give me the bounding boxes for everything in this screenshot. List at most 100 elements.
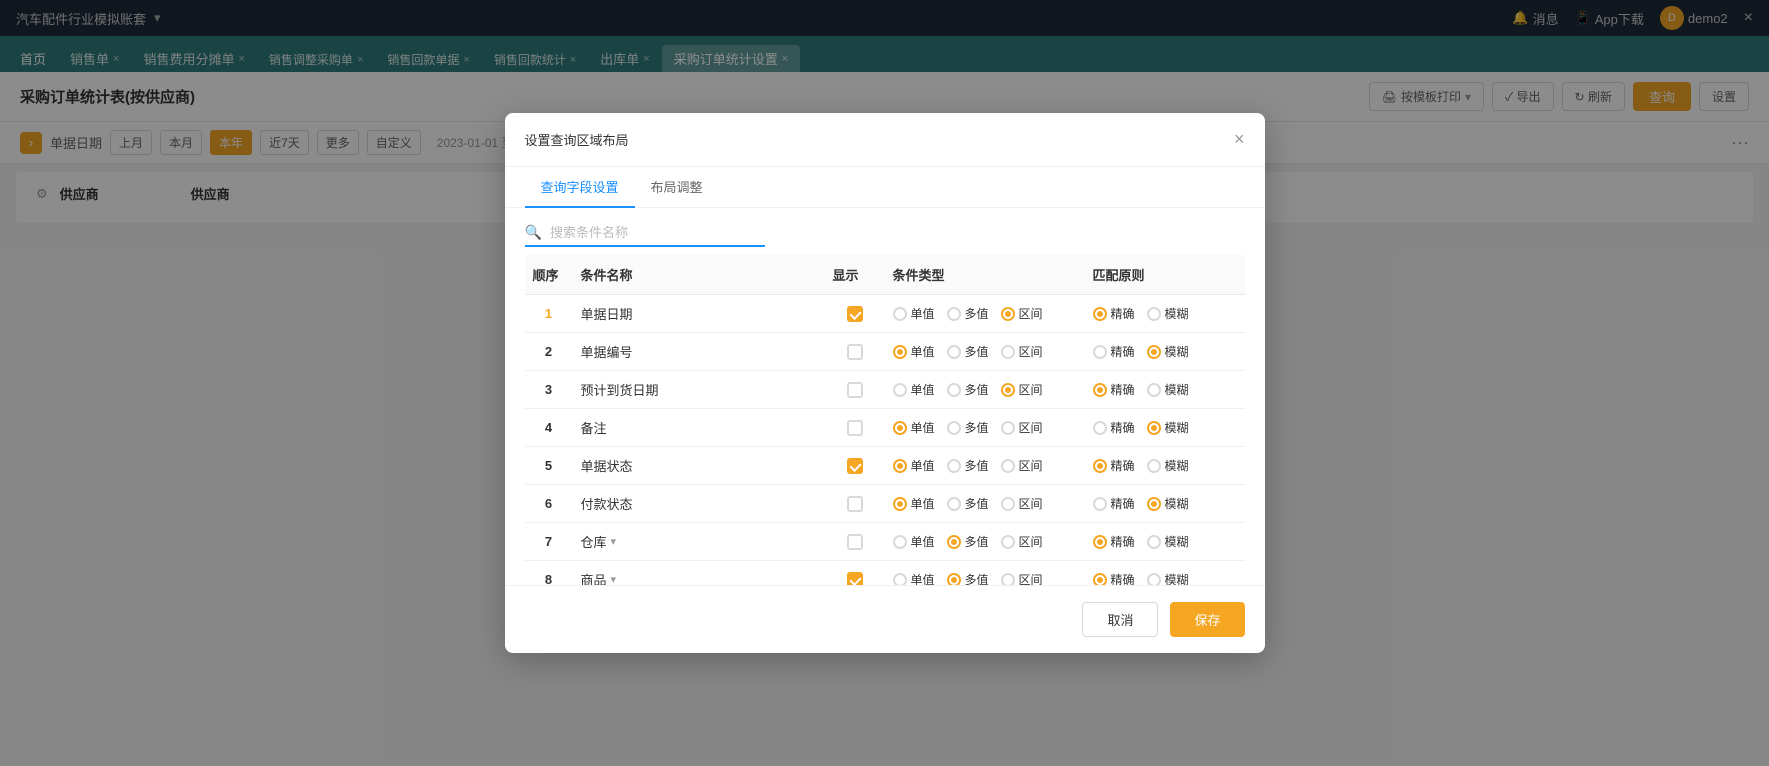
row-display-checkbox[interactable] bbox=[825, 485, 885, 523]
col-header-type: 条件类型 bbox=[885, 255, 1085, 295]
tab-query-fields[interactable]: 查询字段设置 bbox=[525, 167, 635, 208]
checkbox-row-8[interactable] bbox=[847, 572, 863, 586]
row-order: 1 bbox=[525, 295, 573, 333]
type-option-区间-row-4[interactable]: 区间 bbox=[1001, 419, 1043, 436]
type-option-区间-row-6[interactable]: 区间 bbox=[1001, 495, 1043, 512]
row-display-checkbox[interactable] bbox=[825, 561, 885, 586]
row-order: 3 bbox=[525, 371, 573, 409]
col-header-display: 显示 bbox=[825, 255, 885, 295]
type-option-多值-row-8[interactable]: 多值 bbox=[947, 571, 989, 585]
match-option-精确-row-4[interactable]: 精确 bbox=[1093, 419, 1135, 436]
type-option-区间-row-5[interactable]: 区间 bbox=[1001, 457, 1043, 474]
match-option-精确-row-3[interactable]: 精确 bbox=[1093, 381, 1135, 398]
table-row: 8商品 ▾单值多值区间精确模糊 bbox=[525, 561, 1245, 586]
row-name: 预计到货日期 bbox=[573, 371, 825, 409]
match-option-精确-row-7[interactable]: 精确 bbox=[1093, 533, 1135, 550]
type-option-多值-row-6[interactable]: 多值 bbox=[947, 495, 989, 512]
row-display-checkbox[interactable] bbox=[825, 409, 885, 447]
row-match: 精确模糊 bbox=[1085, 523, 1245, 561]
match-option-精确-row-2[interactable]: 精确 bbox=[1093, 343, 1135, 360]
row-display-checkbox[interactable] bbox=[825, 371, 885, 409]
match-option-模糊-row-4[interactable]: 模糊 bbox=[1147, 419, 1189, 436]
search-input[interactable] bbox=[550, 225, 750, 240]
col-header-order: 顺序 bbox=[525, 255, 573, 295]
checkbox-row-3[interactable] bbox=[847, 382, 863, 398]
modal-overlay: 设置查询区域布局 × 查询字段设置 布局调整 🔍 顺序 条件名称 bbox=[0, 0, 1769, 766]
type-option-多值-row-7[interactable]: 多值 bbox=[947, 533, 989, 550]
type-option-多值-row-4[interactable]: 多值 bbox=[947, 419, 989, 436]
row-display-checkbox[interactable] bbox=[825, 523, 885, 561]
table-row: 6付款状态单值多值区间精确模糊 bbox=[525, 485, 1245, 523]
row-match: 精确模糊 bbox=[1085, 371, 1245, 409]
type-option-区间-row-1[interactable]: 区间 bbox=[1001, 305, 1043, 322]
checkbox-row-1[interactable] bbox=[847, 306, 863, 322]
match-option-精确-row-5[interactable]: 精确 bbox=[1093, 457, 1135, 474]
match-option-精确-row-6[interactable]: 精确 bbox=[1093, 495, 1135, 512]
match-option-精确-row-1[interactable]: 精确 bbox=[1093, 305, 1135, 322]
row-order: 8 bbox=[525, 561, 573, 586]
chevron-down-icon: ▾ bbox=[611, 535, 617, 548]
type-option-单值-row-1[interactable]: 单值 bbox=[893, 305, 935, 322]
row-match: 精确模糊 bbox=[1085, 447, 1245, 485]
row-name: 单据编号 bbox=[573, 333, 825, 371]
checkbox-row-5[interactable] bbox=[847, 458, 863, 474]
row-display-checkbox[interactable] bbox=[825, 295, 885, 333]
match-option-模糊-row-8[interactable]: 模糊 bbox=[1147, 571, 1189, 585]
chevron-down-icon: ▾ bbox=[611, 573, 617, 585]
checkbox-row-7[interactable] bbox=[847, 534, 863, 550]
table-row: 3预计到货日期 单值多值区间 精确模糊 bbox=[525, 371, 1245, 409]
row-type: 单值多值区间 bbox=[885, 561, 1085, 586]
type-option-多值-row-2[interactable]: 多值 bbox=[947, 343, 989, 360]
table-row: 1单据日期单值多值区间精确模糊 bbox=[525, 295, 1245, 333]
checkbox-row-2[interactable] bbox=[847, 344, 863, 360]
row-type: 单值多值区间 bbox=[885, 523, 1085, 561]
row-display-checkbox[interactable] bbox=[825, 447, 885, 485]
type-option-区间-row-8[interactable]: 区间 bbox=[1001, 571, 1043, 585]
match-option-模糊-row-2[interactable]: 模糊 bbox=[1147, 343, 1189, 360]
row-match: 精确模糊 bbox=[1085, 295, 1245, 333]
row-name: 备注 bbox=[573, 409, 825, 447]
type-option-多值-row-1[interactable]: 多值 bbox=[947, 305, 989, 322]
match-option-模糊-row-6[interactable]: 模糊 bbox=[1147, 495, 1189, 512]
match-option-精确-row-8[interactable]: 精确 bbox=[1093, 571, 1135, 585]
type-option-单值-row-8[interactable]: 单值 bbox=[893, 571, 935, 585]
dialog-tab-bar: 查询字段设置 布局调整 bbox=[505, 167, 1265, 208]
search-icon: 🔍 bbox=[525, 224, 542, 241]
type-option-单值-row-6[interactable]: 单值 bbox=[893, 495, 935, 512]
save-button[interactable]: 保存 bbox=[1170, 602, 1244, 637]
conditions-table: 顺序 条件名称 显示 条件类型 匹配原则 1单据日期单值多值区间精确模糊2单据编… bbox=[525, 255, 1245, 585]
type-option-区间-row-7[interactable]: 区间 bbox=[1001, 533, 1043, 550]
row-match: 精确模糊 bbox=[1085, 561, 1245, 586]
row-name: 付款状态 bbox=[573, 485, 825, 523]
checkbox-row-4[interactable] bbox=[847, 420, 863, 436]
checkbox-row-6[interactable] bbox=[847, 496, 863, 512]
row-name: 单据状态 bbox=[573, 447, 825, 485]
row-type: 单值多值区间 bbox=[885, 447, 1085, 485]
cancel-button[interactable]: 取消 bbox=[1082, 602, 1158, 637]
row-display-checkbox[interactable] bbox=[825, 333, 885, 371]
row-type: 单值多值区间 bbox=[885, 333, 1085, 371]
match-option-模糊-row-7[interactable]: 模糊 bbox=[1147, 533, 1189, 550]
row-match: 精确模糊 bbox=[1085, 485, 1245, 523]
type-option-区间-row-2[interactable]: 区间 bbox=[1001, 343, 1043, 360]
type-option-多值-row-3[interactable]: 多值 bbox=[947, 381, 989, 398]
dialog-close-button[interactable]: × bbox=[1234, 129, 1245, 150]
type-option-多值-row-5[interactable]: 多值 bbox=[947, 457, 989, 474]
type-option-单值-row-5[interactable]: 单值 bbox=[893, 457, 935, 474]
type-option-单值-row-2[interactable]: 单值 bbox=[893, 343, 935, 360]
row-name: 仓库 ▾ bbox=[573, 523, 825, 561]
match-option-模糊-row-3[interactable]: 模糊 bbox=[1147, 381, 1189, 398]
type-option-单值-row-3[interactable]: 单值 bbox=[893, 381, 935, 398]
match-option-模糊-row-5[interactable]: 模糊 bbox=[1147, 457, 1189, 474]
table-row: 4备注单值多值区间精确模糊 bbox=[525, 409, 1245, 447]
type-option-区间-row-3[interactable]: 区间 bbox=[1001, 381, 1043, 398]
type-option-单值-row-4[interactable]: 单值 bbox=[893, 419, 935, 436]
row-order: 2 bbox=[525, 333, 573, 371]
type-option-单值-row-7[interactable]: 单值 bbox=[893, 533, 935, 550]
row-match: 精确模糊 bbox=[1085, 409, 1245, 447]
match-option-模糊-row-1[interactable]: 模糊 bbox=[1147, 305, 1189, 322]
row-match: 精确模糊 bbox=[1085, 333, 1245, 371]
table-row: 5单据状态单值多值区间精确模糊 bbox=[525, 447, 1245, 485]
tab-layout-adjust[interactable]: 布局调整 bbox=[635, 167, 719, 208]
settings-dialog: 设置查询区域布局 × 查询字段设置 布局调整 🔍 顺序 条件名称 bbox=[505, 113, 1265, 653]
